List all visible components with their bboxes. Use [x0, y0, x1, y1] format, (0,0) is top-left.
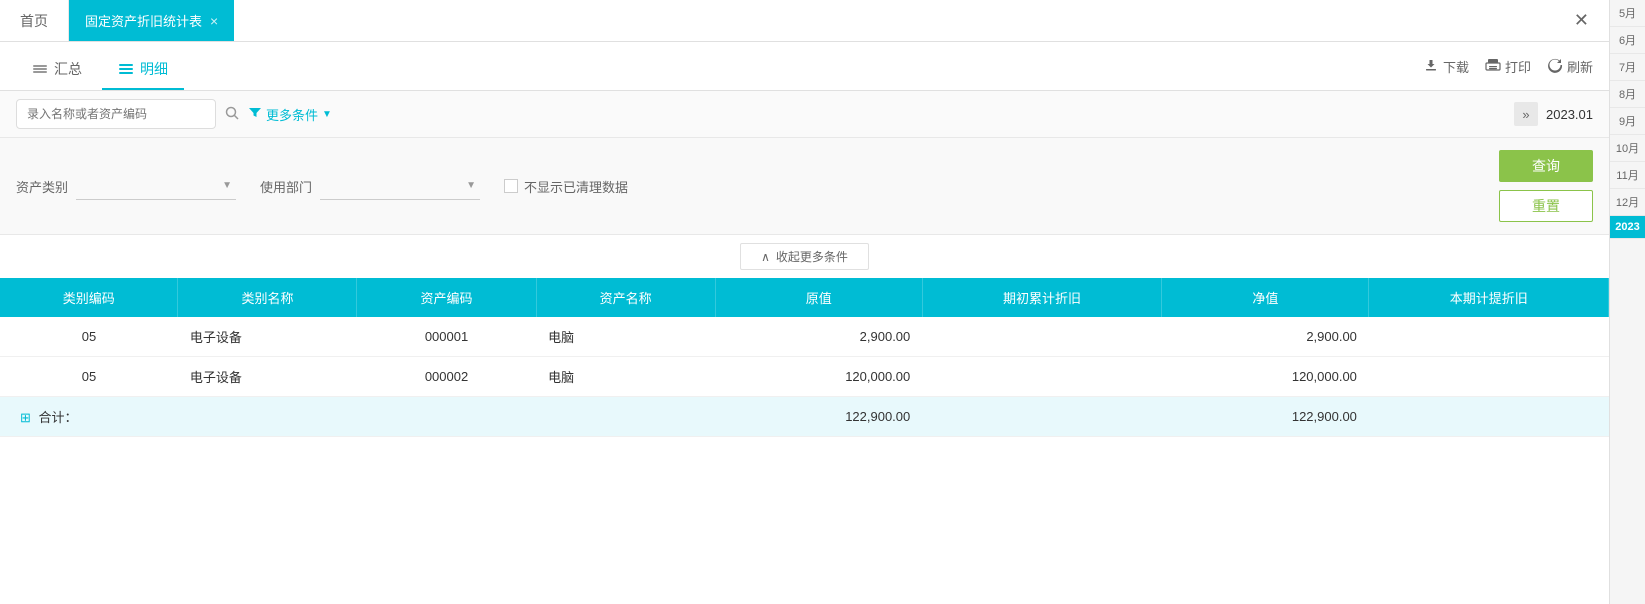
table-row: 05 电子设备 000002 电脑 120,000.00 120,000.00 — [0, 357, 1609, 397]
query-button[interactable]: 查询 — [1499, 150, 1593, 182]
total-label: 合计： — [39, 410, 78, 425]
table-header-row: 类别编码 类别名称 资产编码 资产名称 原值 期初累计折旧 净值 本期计提折旧 — [0, 278, 1609, 317]
print-icon — [1485, 57, 1501, 76]
refresh-icon — [1547, 57, 1563, 76]
row1-accumulated-depreciation — [922, 317, 1162, 357]
row2-asset-code: 000002 — [357, 357, 536, 397]
sub-tabs: 汇总 明细 — [0, 42, 1407, 90]
total-original-value: 122,900.00 — [715, 397, 922, 437]
col-original-value: 原值 — [715, 278, 922, 317]
row2-net-value: 120,000.00 — [1162, 357, 1369, 397]
download-button[interactable]: 下载 — [1423, 57, 1469, 76]
toolbar: 下载 打印 刷新 — [1407, 42, 1609, 90]
download-label: 下载 — [1443, 57, 1469, 76]
sidebar-month-12[interactable]: 12月 — [1610, 189, 1645, 216]
tab-bar: 首页 固定资产折旧统计表 × ✕ — [0, 0, 1609, 42]
refresh-button[interactable]: 刷新 — [1547, 57, 1593, 76]
department-label: 使用部门 — [260, 177, 312, 196]
tab-active[interactable]: 固定资产折旧统计表 × — [69, 0, 234, 41]
print-label: 打印 — [1505, 57, 1531, 76]
asset-type-chevron: ▼ — [222, 180, 236, 191]
row1-current-depreciation — [1369, 317, 1609, 357]
row1-asset-code: 000001 — [357, 317, 536, 357]
filter-panel: 资产类别 ▼ 使用部门 ▼ 不显示已清理数据 — [0, 138, 1609, 235]
total-icon: ⊞ — [20, 410, 31, 425]
col-current-depreciation: 本期计提折旧 — [1369, 278, 1609, 317]
row2-accumulated-depreciation — [922, 357, 1162, 397]
table-row: 05 电子设备 000001 电脑 2,900.00 2,900.00 — [0, 317, 1609, 357]
collapse-button[interactable]: ∧ 收起更多条件 — [740, 243, 869, 270]
total-current-depreciation — [1369, 397, 1609, 437]
tab-close-icon[interactable]: × — [210, 13, 218, 29]
chevron-down-icon: ▼ — [322, 109, 332, 120]
hide-cleared-filter: 不显示已清理数据 — [504, 177, 628, 196]
row2-current-depreciation — [1369, 357, 1609, 397]
print-button[interactable]: 打印 — [1485, 57, 1531, 76]
row2-original-value: 120,000.00 — [715, 357, 922, 397]
row1-asset-name: 电脑 — [536, 317, 715, 357]
date-label: 2023.01 — [1546, 107, 1593, 122]
filter-icon — [248, 106, 262, 123]
filter-label: 更多条件 — [266, 105, 318, 124]
data-table: 类别编码 类别名称 资产编码 资产名称 原值 期初累计折旧 净值 本期计提折旧 … — [0, 278, 1609, 437]
row2-asset-name: 电脑 — [536, 357, 715, 397]
right-sidebar: 5月 6月 7月 8月 9月 10月 11月 12月 2023 — [1609, 0, 1645, 604]
search-input[interactable] — [16, 99, 216, 129]
collapse-row: ∧ 收起更多条件 — [0, 235, 1609, 278]
tab-home[interactable]: 首页 — [0, 0, 69, 41]
date-nav-arrow[interactable]: » — [1514, 102, 1538, 126]
sidebar-month-6[interactable]: 6月 — [1610, 27, 1645, 54]
collapse-label: 收起更多条件 — [776, 248, 848, 265]
sidebar-month-9[interactable]: 9月 — [1610, 108, 1645, 135]
window-close-button[interactable]: ✕ — [1554, 0, 1609, 41]
search-bar: 更多条件 ▼ » 2023.01 — [0, 91, 1609, 138]
total-net-value: 122,900.00 — [1162, 397, 1369, 437]
row1-net-value: 2,900.00 — [1162, 317, 1369, 357]
filter-button[interactable]: 更多条件 ▼ — [248, 105, 332, 124]
total-accumulated-depreciation — [922, 397, 1162, 437]
collapse-up-icon: ∧ — [761, 250, 770, 264]
sidebar-year-2023[interactable]: 2023 — [1610, 216, 1645, 239]
refresh-label: 刷新 — [1567, 57, 1593, 76]
col-type-code: 类别编码 — [0, 278, 178, 317]
hide-cleared-label: 不显示已清理数据 — [524, 177, 628, 196]
tab-detail[interactable]: 明细 — [102, 50, 184, 90]
list-icon — [118, 61, 134, 77]
total-row: ⊞ 合计： 122,900.00 122,900.00 — [0, 397, 1609, 437]
content-panel: 汇总 明细 下载 — [0, 42, 1609, 604]
sidebar-month-7[interactable]: 7月 — [1610, 54, 1645, 81]
filter-buttons: 查询 重置 — [1499, 150, 1593, 222]
tab-summary-label: 汇总 — [54, 59, 82, 79]
asset-type-label: 资产类别 — [16, 177, 68, 196]
table-wrapper: 类别编码 类别名称 资产编码 资产名称 原值 期初累计折旧 净值 本期计提折旧 … — [0, 278, 1609, 604]
hide-cleared-checkbox[interactable] — [504, 179, 518, 193]
col-net-value: 净值 — [1162, 278, 1369, 317]
col-asset-code: 资产编码 — [357, 278, 536, 317]
sidebar-month-10[interactable]: 10月 — [1610, 135, 1645, 162]
download-icon — [1423, 57, 1439, 76]
col-type-name: 类别名称 — [178, 278, 357, 317]
tab-summary[interactable]: 汇总 — [16, 50, 98, 90]
department-select[interactable]: ▼ — [320, 172, 480, 200]
col-asset-name: 资产名称 — [536, 278, 715, 317]
row1-type-code: 05 — [0, 317, 178, 357]
row2-type-name: 电子设备 — [178, 357, 357, 397]
layers-icon — [32, 61, 48, 77]
sidebar-month-11[interactable]: 11月 — [1610, 162, 1645, 189]
row2-type-code: 05 — [0, 357, 178, 397]
tab-active-label: 固定资产折旧统计表 — [85, 11, 202, 30]
tab-detail-label: 明细 — [140, 59, 168, 79]
search-icon[interactable] — [224, 105, 240, 124]
asset-type-select[interactable]: ▼ — [76, 172, 236, 200]
col-accumulated-depreciation: 期初累计折旧 — [922, 278, 1162, 317]
row1-type-name: 电子设备 — [178, 317, 357, 357]
sidebar-month-8[interactable]: 8月 — [1610, 81, 1645, 108]
asset-type-filter: 资产类别 ▼ — [16, 172, 236, 200]
department-filter: 使用部门 ▼ — [260, 172, 480, 200]
row1-original-value: 2,900.00 — [715, 317, 922, 357]
reset-button[interactable]: 重置 — [1499, 190, 1593, 222]
sidebar-month-5[interactable]: 5月 — [1610, 0, 1645, 27]
department-chevron: ▼ — [466, 180, 480, 191]
